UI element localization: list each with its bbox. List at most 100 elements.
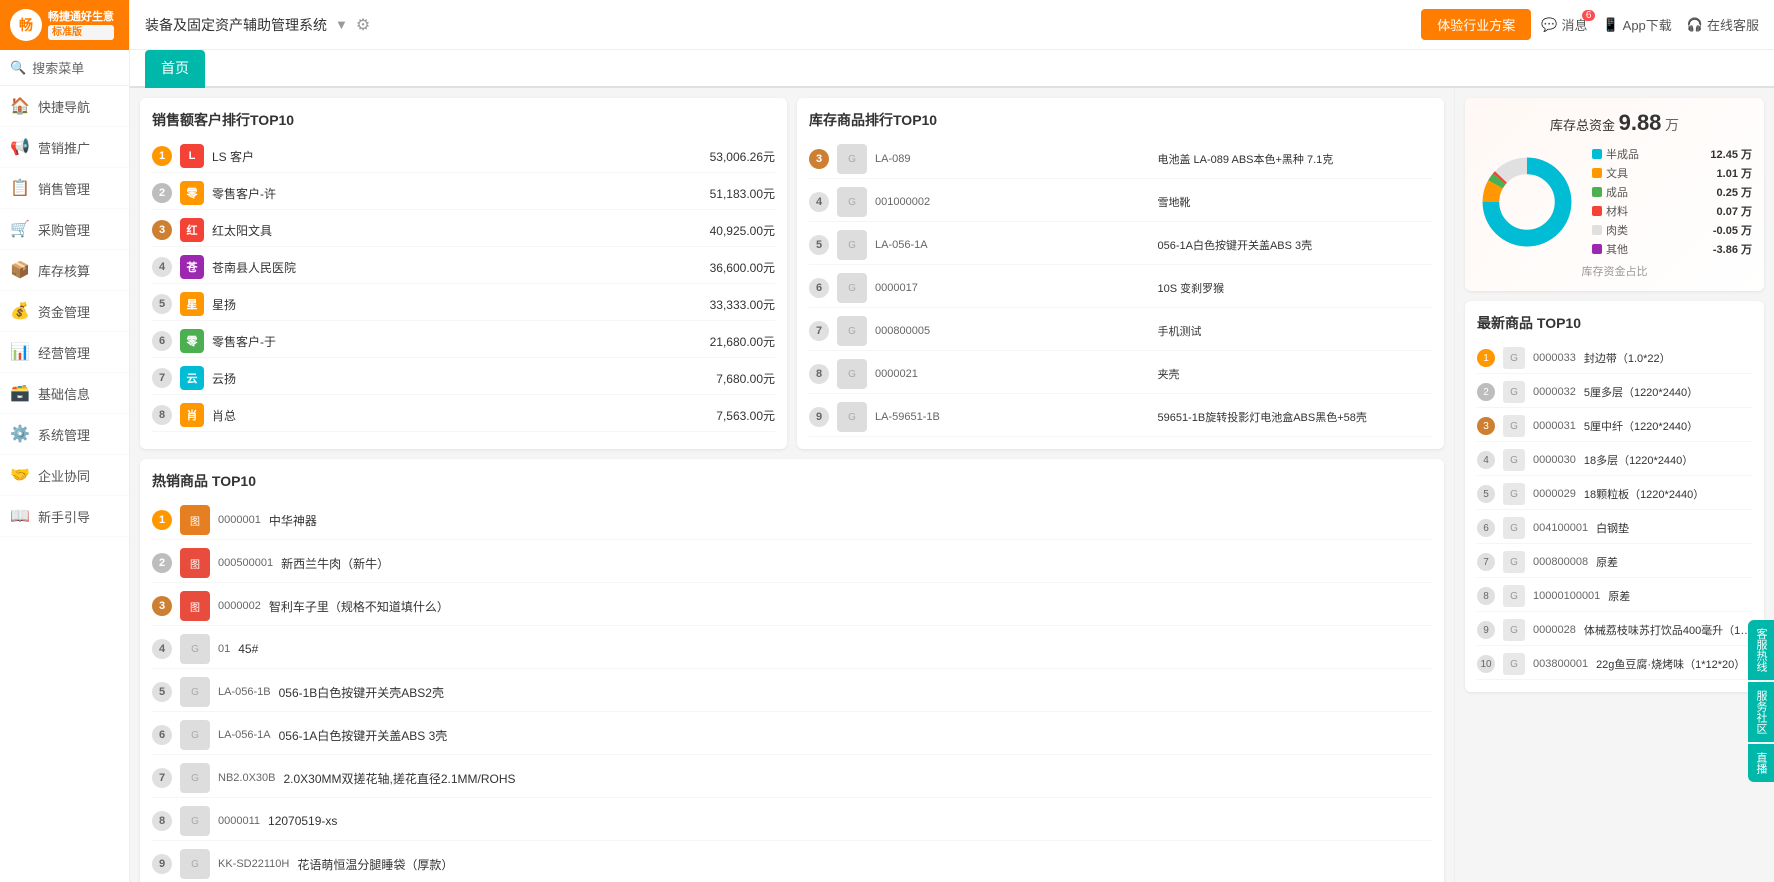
product-code: 000800005 bbox=[875, 325, 1150, 337]
avatar: 苍 bbox=[180, 255, 204, 279]
product-code: 0000011 bbox=[218, 815, 260, 827]
avatar: 红 bbox=[180, 218, 204, 242]
middle-panel: 销售额客户排行TOP10 1 L LS 客户 53,006.26元 2 零 零售… bbox=[130, 88, 1454, 882]
product-thumb: G bbox=[837, 359, 867, 389]
sidebar-item-9[interactable]: 🤝企业协同 bbox=[0, 455, 129, 496]
product-thumb: G bbox=[1503, 585, 1525, 607]
customer-ranking-card: 销售额客户排行TOP10 1 L LS 客户 53,006.26元 2 零 零售… bbox=[140, 98, 787, 449]
app-download-btn[interactable]: 📱 App下载 bbox=[1602, 15, 1671, 34]
cs-hotline-btn[interactable]: 客服热线 bbox=[1748, 620, 1774, 680]
product-name: 22g鱼豆腐·烧烤味（1*12*20） bbox=[1596, 656, 1752, 672]
product-thumb: G bbox=[180, 806, 210, 836]
product-thumb: G bbox=[837, 230, 867, 260]
sidebar-item-8[interactable]: ⚙️系统管理 bbox=[0, 414, 129, 455]
legend-dot bbox=[1592, 149, 1602, 159]
list-item: 7 G 000800008 原差 bbox=[1477, 547, 1752, 578]
cs-live-btn[interactable]: 直播 bbox=[1748, 744, 1774, 782]
hot-products-title: 热销商品 TOP10 bbox=[152, 471, 1432, 491]
rank-name: 苍南县人民医院 bbox=[212, 259, 702, 276]
sidebar-item-1[interactable]: 📢营销推广 bbox=[0, 127, 129, 168]
avatar: 肖 bbox=[180, 403, 204, 427]
tab-home[interactable]: 首页 bbox=[145, 50, 205, 88]
product-thumb: 图 bbox=[180, 591, 210, 621]
rank-value: 51,183.00元 bbox=[710, 185, 775, 202]
sidebar-item-6[interactable]: 📊经营管理 bbox=[0, 332, 129, 373]
legend-item: 成品 0.25 万 bbox=[1592, 184, 1752, 200]
sidebar-label-1: 营销推广 bbox=[38, 138, 90, 157]
product-name: 夹壳 bbox=[1158, 366, 1433, 382]
search-label: 搜索菜单 bbox=[32, 58, 84, 77]
inventory-ranking-title: 库存商品排行TOP10 bbox=[809, 110, 1432, 130]
product-thumb: G bbox=[1503, 619, 1525, 641]
sidebar-item-2[interactable]: 📋销售管理 bbox=[0, 168, 129, 209]
product-thumb: 图 bbox=[180, 548, 210, 578]
legend-value: 1.01 万 bbox=[1717, 165, 1752, 181]
product-thumb: G bbox=[180, 720, 210, 750]
list-item: 9 G 0000028 体械荔枝味苏打饮品400毫升（1*15） bbox=[1477, 615, 1752, 646]
list-item: 5 G LA-056-1B 056-1B白色按键开关壳ABS2壳 bbox=[152, 673, 1432, 712]
sidebar-label-6: 经营管理 bbox=[38, 343, 90, 362]
rank-name: 零售客户-许 bbox=[212, 185, 702, 202]
product-name: 中华神器 bbox=[269, 512, 1432, 529]
sidebar-item-10[interactable]: 📖新手引导 bbox=[0, 496, 129, 537]
avatar: 零 bbox=[180, 181, 204, 205]
product-thumb: G bbox=[1503, 653, 1525, 675]
legend-label: 材料 bbox=[1592, 203, 1717, 219]
logo-title: 畅捷通好生意 bbox=[48, 10, 114, 24]
list-item: 7 G NB2.0X30B 2.0X30MM双搓花轴,搓花直径2.1MM/ROH… bbox=[152, 759, 1432, 798]
sidebar-icon-5: 💰 bbox=[10, 301, 30, 321]
rank-number: 7 bbox=[152, 768, 172, 788]
product-code: LA-089 bbox=[875, 153, 1150, 165]
cs-community-btn[interactable]: 服务社区 bbox=[1748, 682, 1774, 742]
list-item: 6 G LA-056-1A 056-1A白色按键开关盖ABS 3壳 bbox=[152, 716, 1432, 755]
inventory-amount: 9.88 bbox=[1619, 110, 1662, 135]
product-code: 000500001 bbox=[218, 557, 273, 569]
rank-name: 星扬 bbox=[212, 296, 702, 313]
online-service-btn[interactable]: 🎧 在线客服 bbox=[1687, 15, 1759, 34]
dropdown-arrow-icon[interactable]: ▼ bbox=[335, 17, 348, 32]
legend-dot bbox=[1592, 244, 1602, 254]
donut-chart-svg bbox=[1477, 152, 1577, 252]
rank-number: 3 bbox=[152, 596, 172, 616]
try-btn[interactable]: 体验行业方案 bbox=[1421, 9, 1531, 40]
online-service-label: 在线客服 bbox=[1707, 15, 1759, 34]
list-item: 5 G 0000029 18颗粒板（1220*2440） bbox=[1477, 479, 1752, 510]
notification-badge: 6 bbox=[1582, 10, 1596, 21]
sidebar-label-4: 库存核算 bbox=[38, 261, 90, 280]
sidebar-item-3[interactable]: 🛒采购管理 bbox=[0, 209, 129, 250]
notification-btn[interactable]: 💬 消息 6 bbox=[1541, 15, 1587, 34]
sidebar-item-0[interactable]: 🏠快捷导航 bbox=[0, 86, 129, 127]
app-download-label: App下载 bbox=[1623, 15, 1672, 34]
sidebar-item-7[interactable]: 🗃️基础信息 bbox=[0, 373, 129, 414]
rank-name: 肖总 bbox=[212, 407, 708, 424]
rank-name: 云扬 bbox=[212, 370, 708, 387]
product-name: 原差 bbox=[1596, 554, 1752, 570]
legend-value: -0.05 万 bbox=[1713, 222, 1752, 238]
customer-rank-list: 1 L LS 客户 53,006.26元 2 零 零售客户-许 51,183.0… bbox=[152, 140, 775, 432]
product-thumb: G bbox=[837, 144, 867, 174]
product-name: 体械荔枝味苏打饮品400毫升（1*15） bbox=[1584, 622, 1752, 638]
product-thumb: G bbox=[180, 763, 210, 793]
sidebar-logo: 畅 畅捷通好生意 标准版 bbox=[0, 0, 129, 50]
sidebar-search[interactable]: 🔍 搜索菜单 bbox=[0, 50, 129, 86]
product-code: NB2.0X30B bbox=[218, 772, 275, 784]
product-thumb: G bbox=[1503, 415, 1525, 437]
sidebar-item-5[interactable]: 💰资金管理 bbox=[0, 291, 129, 332]
product-code: LA-056-1A bbox=[218, 729, 271, 741]
sidebar-item-4[interactable]: 📦库存核算 bbox=[0, 250, 129, 291]
product-code: 003800001 bbox=[1533, 658, 1588, 670]
inventory-total: 库存总资金 9.88 万 bbox=[1477, 110, 1752, 136]
product-name: 封边带（1.0*22） bbox=[1584, 350, 1752, 366]
product-name: 18多层（1220*2440） bbox=[1584, 452, 1752, 468]
rank-value: 53,006.26元 bbox=[710, 148, 775, 165]
inventory-legend: 半成品 12.45 万 文具 1.01 万 成品 0.25 万 材料 0.07 … bbox=[1592, 146, 1752, 257]
rank-name: LS 客户 bbox=[212, 148, 702, 165]
product-thumb: G bbox=[1503, 381, 1525, 403]
product-thumb: G bbox=[180, 849, 210, 879]
settings-icon[interactable]: ⚙ bbox=[356, 15, 370, 35]
notification-icon: 💬 bbox=[1541, 17, 1557, 33]
table-row: 4 苍 苍南县人民医院 36,600.00元 bbox=[152, 251, 775, 284]
latest-products-title: 最新商品 TOP10 bbox=[1477, 313, 1752, 333]
rank-number: 2 bbox=[1477, 383, 1495, 401]
inventory-chart: 半成品 12.45 万 文具 1.01 万 成品 0.25 万 材料 0.07 … bbox=[1477, 146, 1752, 257]
